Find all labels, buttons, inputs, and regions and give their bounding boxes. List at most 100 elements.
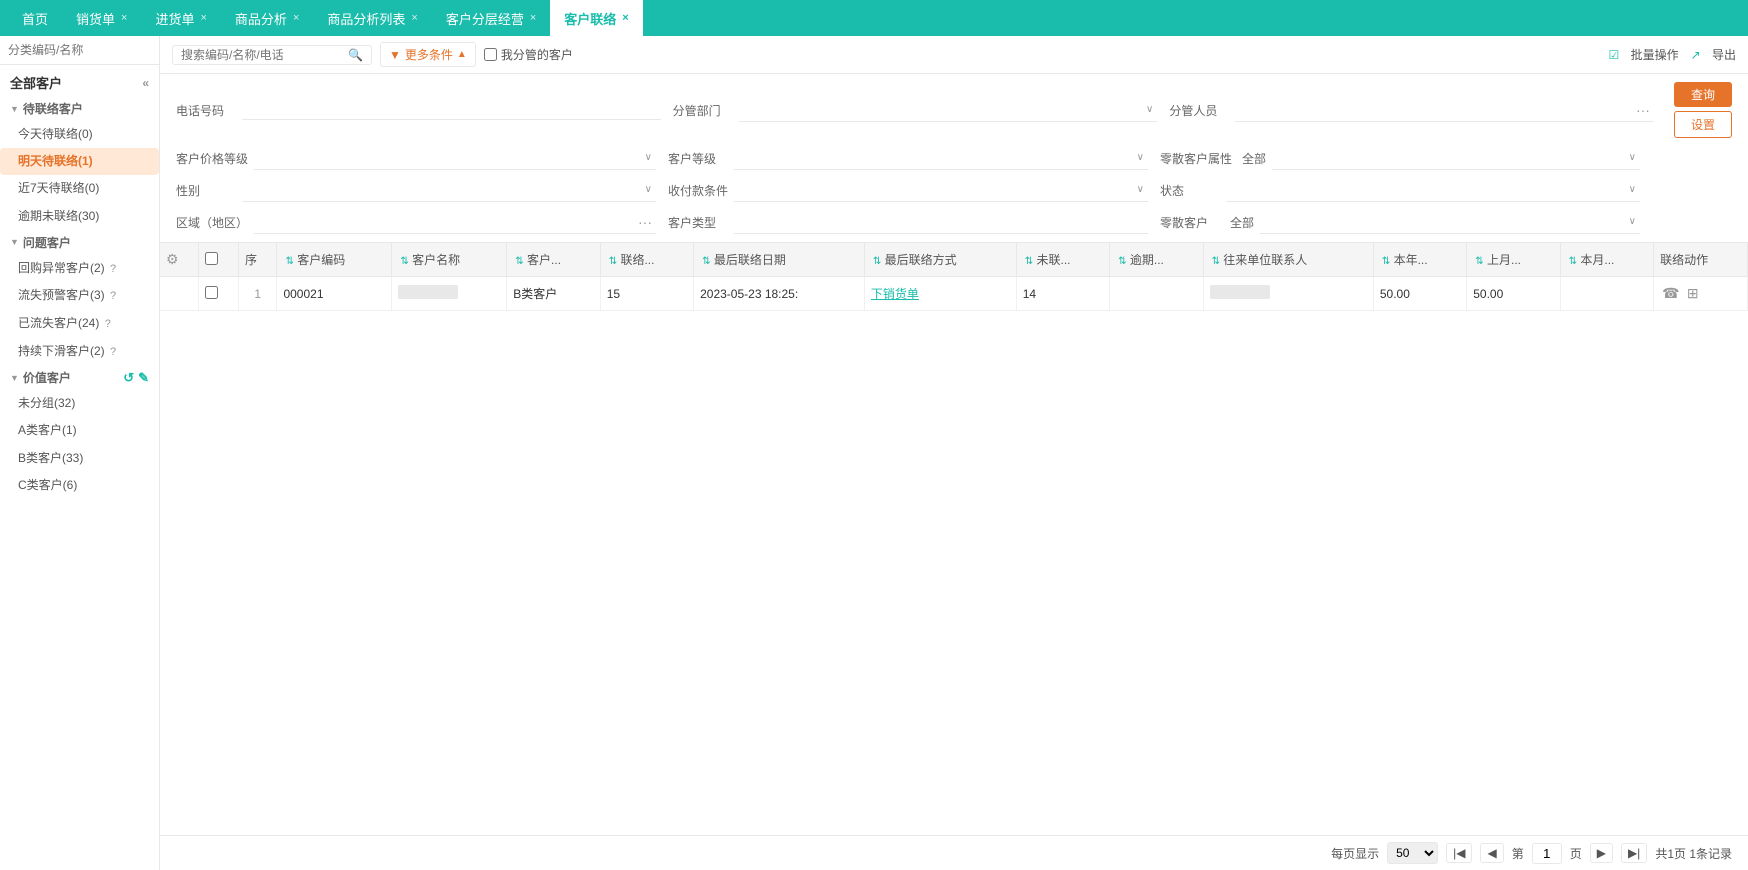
th-type: ⇅ 客户... (507, 243, 600, 277)
row-checkbox[interactable] (205, 286, 218, 299)
nav-product-analysis-list-close[interactable]: × (411, 12, 417, 24)
table-header-row: ⚙ 序 ⇅ 客户编码 ⇅ 客户名称 ⇅ 客户... (160, 243, 1748, 277)
sidebar-item-repurchase-abnormal[interactable]: 回购异常客户(2) ? (0, 255, 159, 283)
nav-customer-tier[interactable]: 客户分层经营 × (432, 0, 550, 36)
action-grid-icon[interactable]: ⊞ (1687, 285, 1699, 301)
customer-level-select[interactable]: ∨ (734, 146, 1148, 170)
export-button[interactable]: 导出 (1691, 46, 1736, 63)
region-select[interactable]: ··· (254, 210, 656, 234)
dept-select[interactable]: ∨ (739, 98, 1158, 122)
filter-price-level: 客户价格等级 ∨ (176, 146, 656, 170)
sidebar-item-overdue-pending[interactable]: 逾期未联络(30) (0, 203, 159, 230)
my-customer-checkbox[interactable] (484, 48, 497, 61)
filter-retail-attr: 零散客户属性 全部 ∨ (1160, 146, 1640, 170)
value-refresh-icon[interactable]: ↺ (123, 370, 134, 386)
search-input[interactable] (181, 48, 348, 62)
phone-input[interactable] (242, 101, 661, 120)
th-contact-sort[interactable]: ⇅ (609, 256, 617, 267)
filter-row-3: 性别 ∨ 收付款条件 ∨ 状态 ∨ (176, 178, 1732, 202)
nav-product-analysis-close[interactable]: × (293, 12, 299, 24)
page-size-select[interactable]: 50 100 200 (1387, 842, 1438, 864)
filter-retail-customer: 零散客户 全部 ∨ (1160, 210, 1640, 234)
status-select[interactable]: ∨ (1226, 178, 1640, 202)
td-this-month (1560, 277, 1653, 311)
th-overdue-sort[interactable]: ⇅ (1118, 256, 1126, 267)
nav-customer-contact-close[interactable]: × (622, 12, 628, 24)
customer-level-label: 客户等级 (668, 150, 728, 167)
customer-type-select[interactable] (734, 210, 1148, 234)
sidebar-item-b-class[interactable]: B类客户(33) (0, 445, 159, 472)
payment-label: 收付款条件 (668, 182, 728, 199)
table-settings-icon[interactable]: ⚙ (166, 251, 179, 267)
retail-customer-label: 零散客户 (1160, 214, 1220, 231)
nav-customer-contact[interactable]: 客户联络 × (550, 0, 642, 36)
more-filter-button[interactable]: ▼ 更多条件 ▲ (380, 42, 476, 67)
nav-home[interactable]: 首页 (8, 0, 62, 36)
prev-page-button[interactable]: ◀ (1480, 843, 1503, 863)
td-no: 1 (239, 277, 277, 311)
filter-actions: 查询 设置 (1674, 82, 1732, 138)
sidebar-item-tomorrow-pending[interactable]: 明天待联络(1) (0, 148, 159, 175)
nav-purchase-order[interactable]: 进货单 × (141, 0, 220, 36)
th-not-contacted-sort[interactable]: ⇅ (1025, 256, 1033, 267)
th-last-contact-way-sort[interactable]: ⇅ (873, 256, 881, 267)
nav-purchase-order-close[interactable]: × (200, 12, 206, 24)
nav-product-analysis-list[interactable]: 商品分析列表 × (313, 0, 431, 36)
sidebar-item-c-class[interactable]: C类客户(6) (0, 472, 159, 499)
nav-product-analysis-list-label: 商品分析列表 (327, 9, 405, 28)
retail-attr-select[interactable]: ∨ (1272, 146, 1640, 170)
th-this-month-sort[interactable]: ⇅ (1569, 256, 1577, 267)
table-row: 1 000021 B类客户 15 (160, 277, 1748, 311)
price-level-label: 客户价格等级 (176, 150, 248, 167)
sidebar-item-a-class[interactable]: A类客户(1) (0, 417, 159, 444)
sidebar-item-declining[interactable]: 持续下滑客户(2) ? (0, 338, 159, 366)
manager-select[interactable]: ··· (1235, 98, 1654, 122)
batch-operation-button[interactable]: 批量操作 (1608, 46, 1678, 63)
settings-button[interactable]: 设置 (1674, 111, 1732, 138)
sidebar-item-churn-warning[interactable]: 流失预警客户(3) ? (0, 282, 159, 310)
total-records-label: 共1页 1条记录 (1655, 845, 1732, 862)
td-last-contact-date: 2023-05-23 18:25: (694, 277, 865, 311)
value-edit-icon[interactable]: ✎ (138, 370, 149, 386)
query-button[interactable]: 查询 (1674, 82, 1732, 107)
th-unit-contact-sort[interactable]: ⇅ (1212, 256, 1220, 267)
help-icon-2: ? (110, 290, 116, 302)
sidebar-item-ungrouped[interactable]: 未分组(32) (0, 390, 159, 417)
select-all-checkbox[interactable] (205, 252, 218, 265)
last-page-button[interactable]: ▶| (1621, 843, 1647, 863)
my-customer-checkbox-wrap[interactable]: 我分管的客户 (484, 46, 573, 63)
td-last-month: 50.00 (1467, 277, 1560, 311)
sidebar-item-churned[interactable]: 已流失客户(24) ? (0, 310, 159, 338)
th-last-month-sort[interactable]: ⇅ (1475, 256, 1483, 267)
nav-sales-order[interactable]: 销货单 × (62, 0, 141, 36)
td-settings (160, 277, 199, 311)
search-icon[interactable]: 🔍 (348, 48, 363, 62)
first-page-button[interactable]: |◀ (1446, 843, 1472, 863)
next-page-button[interactable]: ▶ (1590, 843, 1613, 863)
th-type-sort[interactable]: ⇅ (515, 256, 523, 267)
sidebar-item-7days-pending[interactable]: 近7天待联络(0) (0, 175, 159, 202)
nav-sales-order-close[interactable]: × (121, 12, 127, 24)
payment-select[interactable]: ∨ (734, 178, 1148, 202)
th-this-year-label: 本年... (1394, 253, 1428, 267)
nav-product-analysis[interactable]: 商品分析 × (221, 0, 313, 36)
sidebar-search-input[interactable] (8, 43, 160, 57)
th-this-year-sort[interactable]: ⇅ (1382, 256, 1390, 267)
td-unit-contact (1203, 277, 1373, 311)
page-size-label: 每页显示 (1331, 845, 1379, 862)
td-last-contact-way: 下销货单 (864, 277, 1016, 311)
sidebar-item-today-pending[interactable]: 今天待联络(0) (0, 121, 159, 148)
td-not-contacted: 14 (1016, 277, 1109, 311)
nature-select[interactable]: ∨ (242, 178, 656, 202)
th-code-sort[interactable]: ⇅ (285, 256, 293, 267)
filter-panel: 电话号码 分管部门 ∨ 分管人员 ··· 查询 设置 (160, 74, 1748, 243)
th-last-contact-date-sort[interactable]: ⇅ (702, 256, 710, 267)
td-this-year: 50.00 (1373, 277, 1466, 311)
current-page-input[interactable] (1532, 843, 1562, 864)
retail-customer-select[interactable]: ∨ (1260, 210, 1640, 234)
nav-customer-tier-close[interactable]: × (530, 12, 536, 24)
action-phone-icon[interactable]: ☎ (1662, 285, 1679, 301)
th-name-sort[interactable]: ⇅ (400, 256, 408, 267)
price-level-select[interactable]: ∨ (254, 146, 656, 170)
sidebar-collapse-icon[interactable]: « (142, 76, 149, 90)
